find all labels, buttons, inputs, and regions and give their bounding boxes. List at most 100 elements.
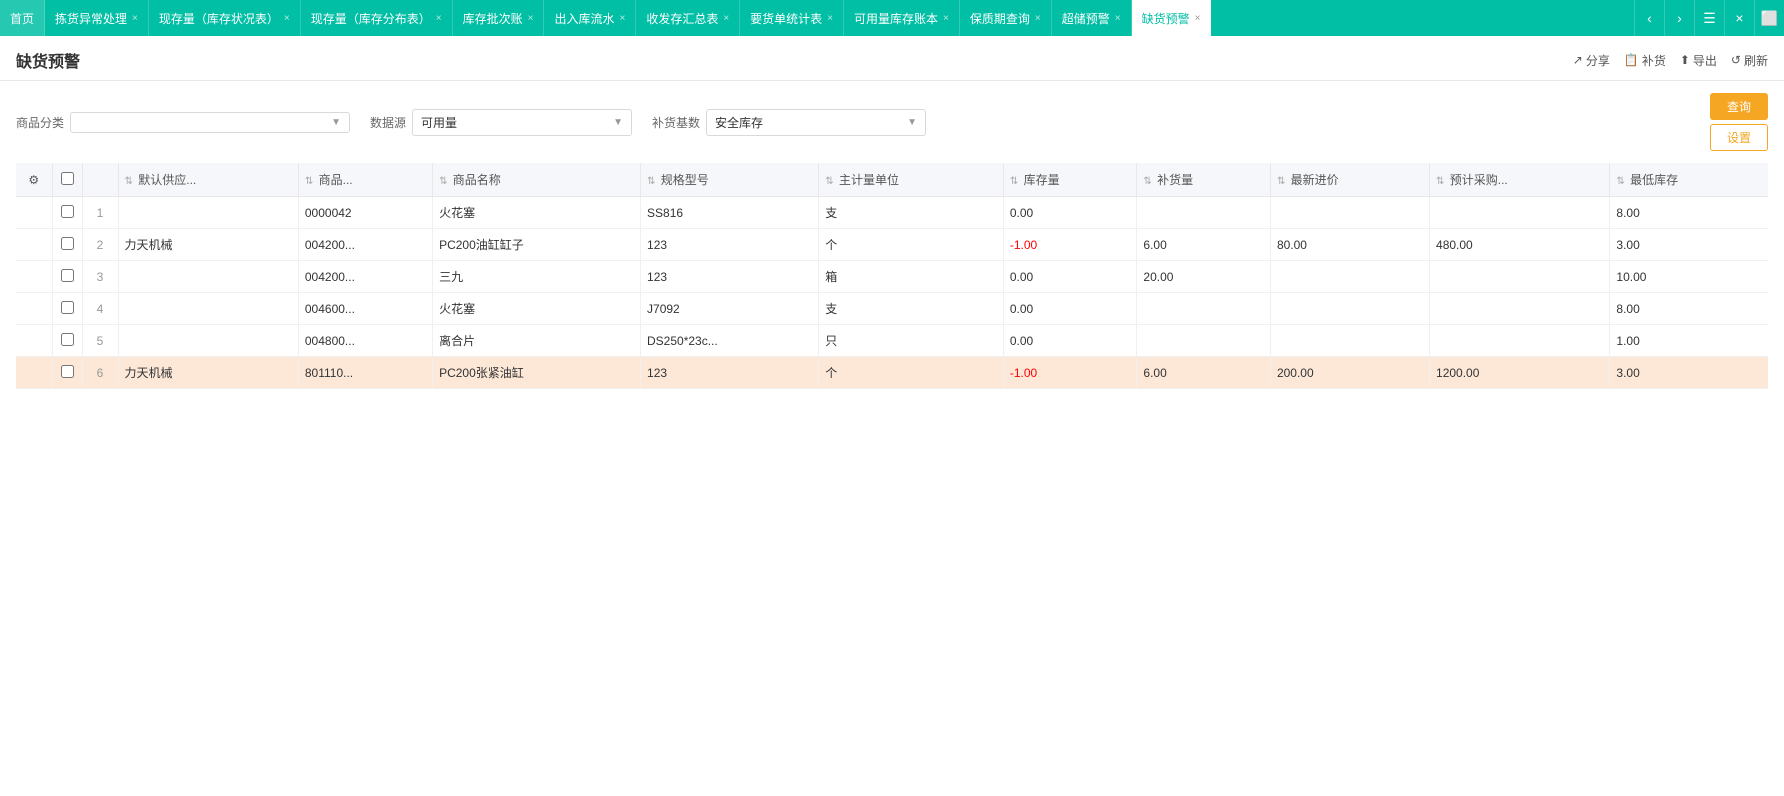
td-estimated-purchase — [1430, 325, 1610, 357]
td-index: 2 — [82, 229, 118, 261]
td-goods-name: 火花塞 — [433, 293, 641, 325]
td-stock: -1.00 — [1003, 229, 1137, 261]
td-replenish: 6.00 — [1137, 229, 1271, 261]
share-button[interactable]: ↗ 分享 — [1573, 52, 1610, 69]
row-checkbox[interactable] — [61, 205, 74, 218]
td-checkbox[interactable] — [52, 325, 82, 357]
export-icon: ⬆ — [1680, 53, 1690, 67]
td-estimated-purchase: 1200.00 — [1430, 357, 1610, 389]
sort-icon: ⇅ — [1616, 176, 1624, 187]
td-stock: -1.00 — [1003, 357, 1137, 389]
th-settings[interactable]: ⚙ — [16, 163, 52, 197]
th-latest-price[interactable]: ⇅ 最新进价 — [1270, 163, 1429, 197]
row-checkbox[interactable] — [61, 237, 74, 250]
nav-maximize-btn[interactable]: ⬜ — [1754, 0, 1784, 36]
shortage-table: ⚙ ⇅ 默认供应... ⇅ 商品... ⇅ — [16, 163, 1768, 389]
replenish-base-select[interactable]: 安全库存 ▼ — [706, 109, 926, 136]
tab-close-icon[interactable]: × — [1195, 13, 1201, 24]
select-all-checkbox[interactable] — [61, 172, 74, 185]
category-select[interactable]: ▼ — [70, 112, 350, 133]
row-checkbox[interactable] — [61, 333, 74, 346]
td-checkbox[interactable] — [52, 261, 82, 293]
replenish-button[interactable]: 📋 补货 — [1624, 52, 1666, 69]
tab-current-stock-status[interactable]: 现存量（库存状况表） × — [149, 0, 301, 36]
row-checkbox[interactable] — [61, 269, 74, 282]
th-goods-name[interactable]: ⇅ 商品名称 — [433, 163, 641, 197]
tab-close-icon[interactable]: × — [1035, 13, 1041, 24]
nav-close-btn[interactable]: × — [1724, 0, 1754, 36]
td-goods-name: 离合片 — [433, 325, 641, 357]
tab-shortage-warning[interactable]: 缺货预警 × — [1132, 0, 1212, 36]
nav-prev-btn[interactable]: ‹ — [1634, 0, 1664, 36]
td-settings — [16, 261, 52, 293]
th-estimated-purchase[interactable]: ⇅ 预计采购... — [1430, 163, 1610, 197]
query-button[interactable]: 查询 — [1710, 93, 1768, 120]
row-checkbox[interactable] — [61, 365, 74, 378]
td-goods-name: 火花塞 — [433, 197, 641, 229]
td-estimated-purchase — [1430, 261, 1610, 293]
td-spec: 123 — [641, 357, 819, 389]
td-checkbox[interactable] — [52, 197, 82, 229]
tab-batch-account[interactable]: 库存批次账 × — [453, 0, 545, 36]
table-row: 6 力天机械 801110... PC200张紧油缸 123 个 -1.00 6… — [16, 357, 1768, 389]
nav-controls: ‹ › ☰ × ⬜ — [1634, 0, 1784, 36]
tab-close-icon[interactable]: × — [943, 13, 949, 24]
th-min-stock[interactable]: ⇅ 最低库存 — [1610, 163, 1768, 197]
th-spec[interactable]: ⇅ 规格型号 — [641, 163, 819, 197]
td-min-stock: 8.00 — [1610, 197, 1768, 229]
page-header: 缺货预警 ↗ 分享 📋 补货 ⬆ 导出 ↺ 刷新 — [0, 36, 1784, 81]
table-body: 1 0000042 火花塞 SS816 支 0.00 8.00 2 力天机械 0… — [16, 197, 1768, 389]
th-unit[interactable]: ⇅ 主计量单位 — [819, 163, 1004, 197]
tab-close-icon[interactable]: × — [1115, 13, 1121, 24]
td-replenish — [1137, 325, 1271, 357]
filter-replenish-base-group: 补货基数 安全库存 ▼ — [652, 109, 926, 136]
share-icon: ↗ — [1573, 53, 1583, 67]
tab-inout-flow[interactable]: 出入库流水 × — [544, 0, 636, 36]
td-estimated-purchase — [1430, 197, 1610, 229]
th-replenish[interactable]: ⇅ 补货量 — [1137, 163, 1271, 197]
table-row: 5 004800... 离合片 DS250*23c... 只 0.00 1.00 — [16, 325, 1768, 357]
th-default-supplier[interactable]: ⇅ 默认供应... — [118, 163, 298, 197]
row-checkbox[interactable] — [61, 301, 74, 314]
td-spec: DS250*23c... — [641, 325, 819, 357]
sort-icon: ⇅ — [1277, 176, 1285, 187]
tab-order-stats[interactable]: 要货单统计表 × — [740, 0, 844, 36]
tab-close-icon[interactable]: × — [619, 13, 625, 24]
tab-close-icon[interactable]: × — [132, 13, 138, 24]
td-default-supplier: 力天机械 — [118, 357, 298, 389]
tab-close-icon[interactable]: × — [528, 13, 534, 24]
td-checkbox[interactable] — [52, 357, 82, 389]
sort-icon: ⇅ — [125, 176, 133, 187]
tab-overstock-warning[interactable]: 超储预警 × — [1052, 0, 1132, 36]
export-button[interactable]: ⬆ 导出 — [1680, 52, 1717, 69]
settings-button[interactable]: 设置 — [1710, 124, 1768, 151]
td-spec: 123 — [641, 261, 819, 293]
td-latest-price — [1270, 261, 1429, 293]
column-settings-icon[interactable]: ⚙ — [28, 173, 39, 187]
tab-available-ledger[interactable]: 可用量库存账本 × — [844, 0, 960, 36]
tab-close-icon[interactable]: × — [723, 13, 729, 24]
td-min-stock: 3.00 — [1610, 229, 1768, 261]
datasource-select[interactable]: 可用量 ▼ — [412, 109, 632, 136]
tab-receive-summary[interactable]: 收发存汇总表 × — [636, 0, 740, 36]
sort-icon: ⇅ — [825, 176, 833, 187]
tab-quality-query[interactable]: 保质期查询 × — [960, 0, 1052, 36]
td-spec: SS816 — [641, 197, 819, 229]
th-stock[interactable]: ⇅ 库存量 — [1003, 163, 1137, 197]
refresh-button[interactable]: ↺ 刷新 — [1731, 52, 1768, 69]
td-checkbox[interactable] — [52, 293, 82, 325]
tab-home[interactable]: 首页 — [0, 0, 45, 36]
nav-menu-btn[interactable]: ☰ — [1694, 0, 1724, 36]
tab-close-icon[interactable]: × — [827, 13, 833, 24]
tab-current-stock-dist[interactable]: 现存量（库存分布表） × — [301, 0, 453, 36]
tab-close-icon[interactable]: × — [436, 13, 442, 24]
td-checkbox[interactable] — [52, 229, 82, 261]
tab-close-icon[interactable]: × — [284, 13, 290, 24]
nav-next-btn[interactable]: › — [1664, 0, 1694, 36]
tab-picking-exception[interactable]: 拣货异常处理 × — [45, 0, 149, 36]
td-replenish: 6.00 — [1137, 357, 1271, 389]
refresh-icon: ↺ — [1731, 53, 1741, 67]
td-latest-price: 200.00 — [1270, 357, 1429, 389]
sort-icon: ⇅ — [305, 176, 313, 187]
th-goods-code[interactable]: ⇅ 商品... — [298, 163, 432, 197]
